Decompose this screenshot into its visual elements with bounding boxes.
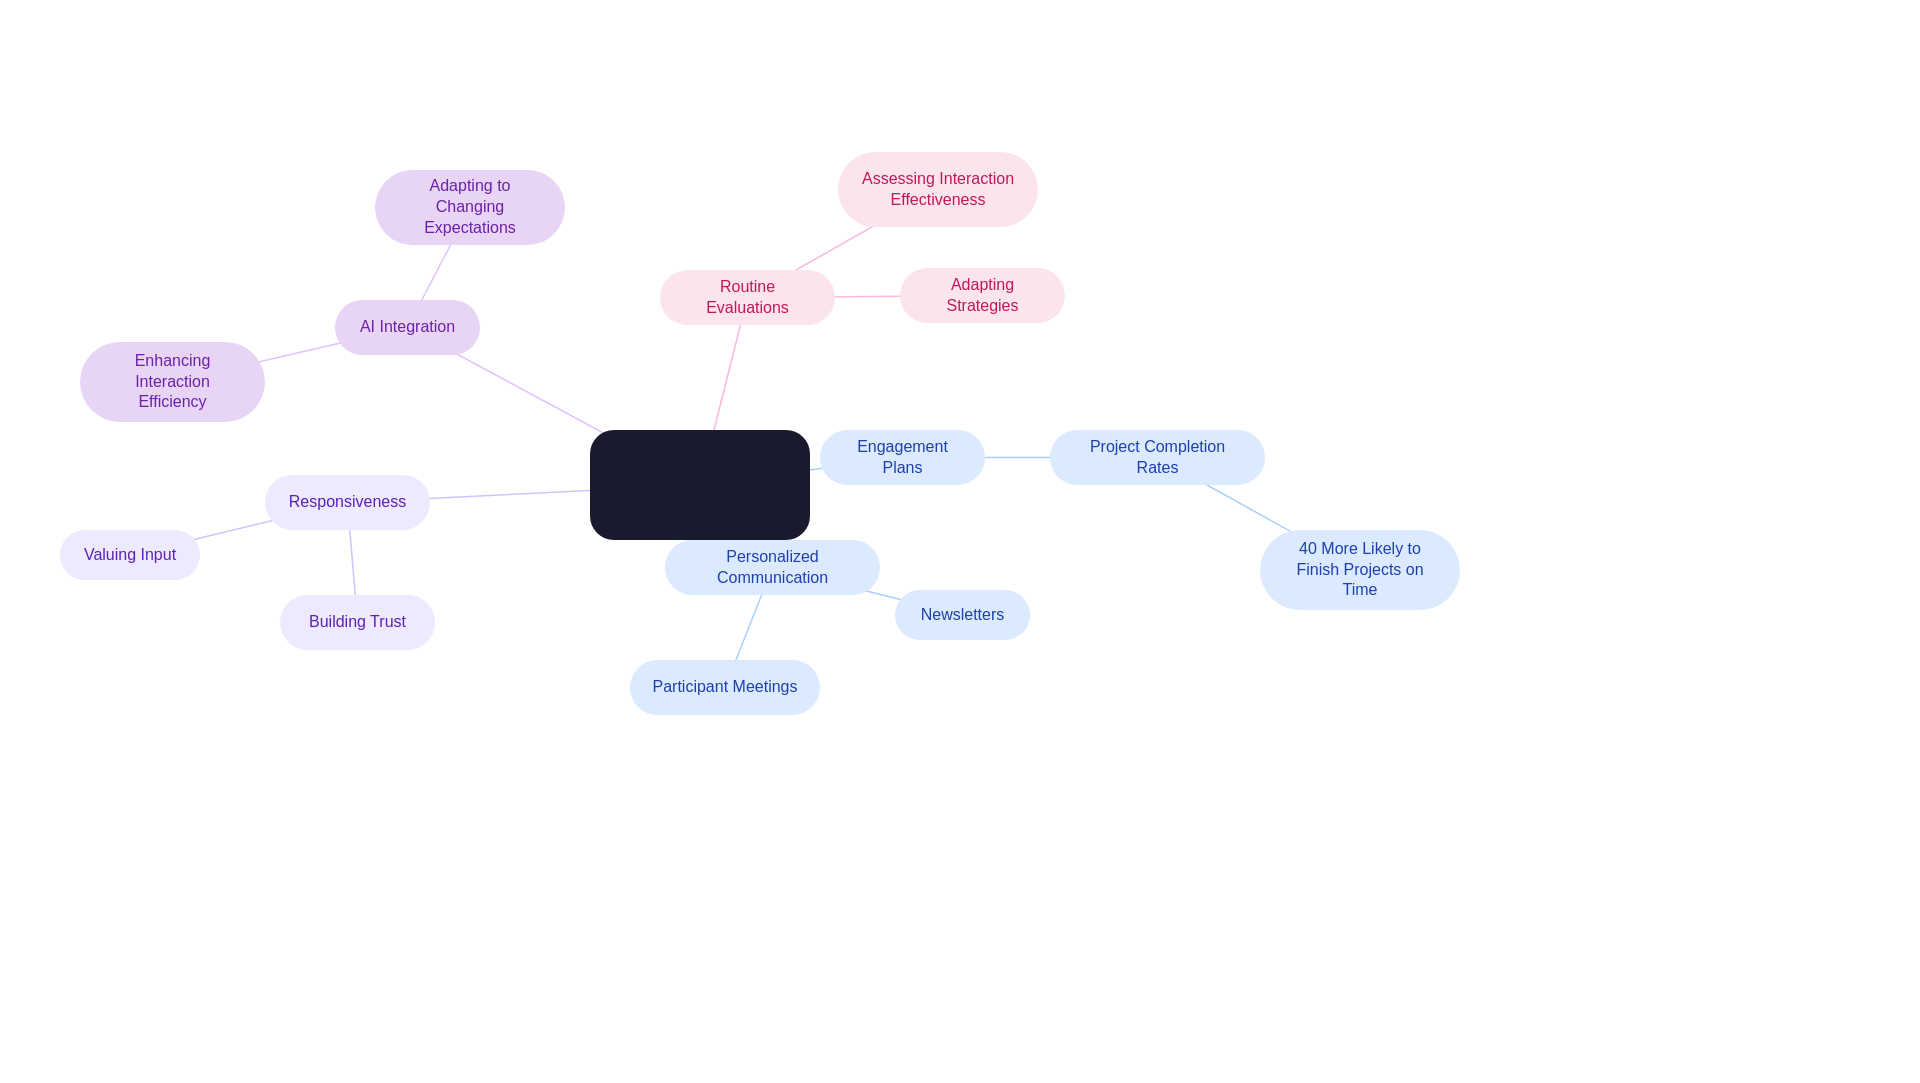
project-completion-node[interactable]: Project Completion Rates bbox=[1050, 430, 1265, 485]
engagement-plans-node[interactable]: Engagement Plans bbox=[820, 430, 985, 485]
enhancing-interaction-node[interactable]: Enhancing Interaction Efficiency bbox=[80, 342, 265, 422]
40-more-likely-node[interactable]: 40 More Likely to Finish Projects on Tim… bbox=[1260, 530, 1460, 610]
ai-integration-node[interactable]: AI Integration bbox=[335, 300, 480, 355]
newsletters-node[interactable]: Newsletters bbox=[895, 590, 1030, 640]
adapting-changing-node[interactable]: Adapting to Changing Expectations bbox=[375, 170, 565, 245]
routine-evaluations-node[interactable]: Routine Evaluations bbox=[660, 270, 835, 325]
adapting-strategies-node[interactable]: Adapting Strategies bbox=[900, 268, 1065, 323]
responsiveness-node[interactable]: Responsiveness bbox=[265, 475, 430, 530]
building-trust-node[interactable]: Building Trust bbox=[280, 595, 435, 650]
participant-meetings-node[interactable]: Participant Meetings bbox=[630, 660, 820, 715]
personalized-communication-node[interactable]: Personalized Communication bbox=[665, 540, 880, 595]
center-node[interactable] bbox=[590, 430, 810, 540]
assessing-interaction-node[interactable]: Assessing Interaction Effectiveness bbox=[838, 152, 1038, 227]
valuing-input-node[interactable]: Valuing Input bbox=[60, 530, 200, 580]
